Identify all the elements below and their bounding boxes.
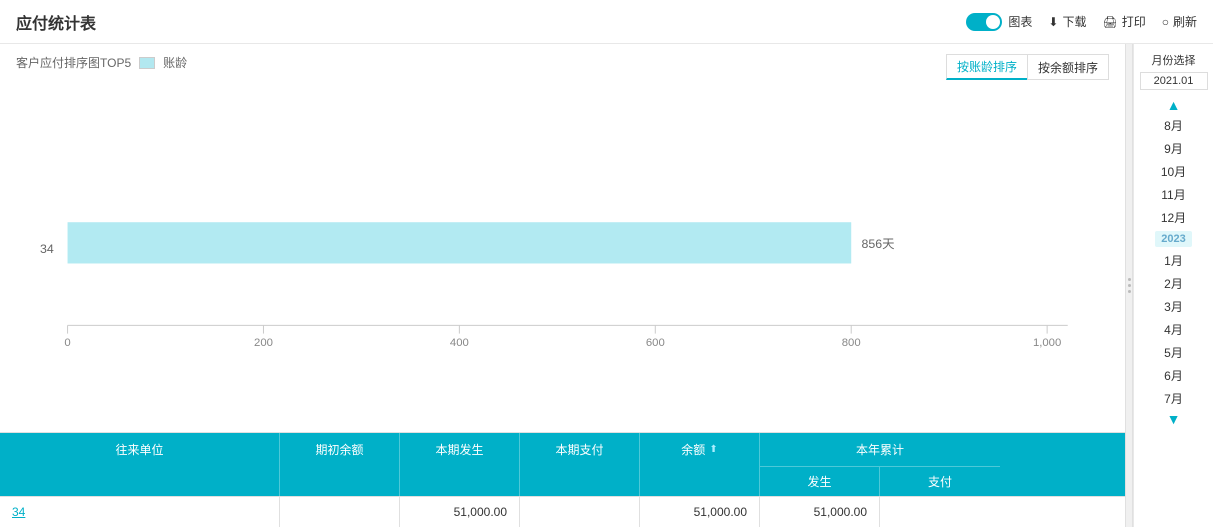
- sidebar-month-10[interactable]: 10月: [1134, 160, 1213, 183]
- col-opening-header: 期初余额: [280, 433, 400, 466]
- svg-text:400: 400: [450, 337, 469, 349]
- sidebar-month-11[interactable]: 11月: [1134, 183, 1213, 206]
- refresh-button[interactable]: ○ 刷新: [1162, 13, 1197, 30]
- cell-ytd-pay: [880, 497, 1000, 527]
- sidebar-month-7[interactable]: 7月: [1134, 387, 1213, 410]
- chart-toggle-label: 图表: [1008, 13, 1032, 30]
- sidebar-month-2[interactable]: 2月: [1134, 272, 1213, 295]
- sidebar-month-12[interactable]: 12月: [1134, 206, 1213, 229]
- col-ytd-occur-subheader: 发生: [760, 466, 880, 496]
- download-button[interactable]: ⬇ 下载: [1048, 13, 1086, 30]
- sidebar-nav-up[interactable]: ▲: [1162, 96, 1186, 114]
- svg-text:200: 200: [254, 337, 273, 349]
- sidebar-month-4[interactable]: 4月: [1134, 318, 1213, 341]
- sidebar-nav-down[interactable]: ▼: [1162, 410, 1186, 428]
- legend-box-label: 账龄: [163, 54, 187, 71]
- resize-dot: [1128, 290, 1131, 293]
- header-actions: 图表 ⬇ 下载 🖨 打印 ○ 刷新: [966, 13, 1197, 31]
- left-content: 客户应付排序图TOP5 账龄 按账龄排序 按余额排序 34: [0, 44, 1125, 527]
- print-button[interactable]: 🖨 打印: [1102, 13, 1145, 30]
- chart-toggle-group: 图表: [966, 13, 1032, 31]
- page-title: 应付统计表: [16, 10, 96, 34]
- svg-text:600: 600: [646, 337, 665, 349]
- resize-dot: [1128, 284, 1131, 287]
- col-balance-sub: [640, 466, 760, 496]
- chart-wrapper: 34 856天 0 200 400 600 800 1,000: [16, 79, 1109, 417]
- sort-by-age-button[interactable]: 按账龄排序: [946, 54, 1027, 80]
- col-balance-header: 余额 ⬆: [640, 433, 760, 466]
- col-ytd-group-header: 本年累计: [760, 433, 1000, 466]
- legend-text: 客户应付排序图TOP5: [16, 54, 131, 71]
- sidebar-month-5[interactable]: 5月: [1134, 341, 1213, 364]
- sidebar-month-9[interactable]: 9月: [1134, 137, 1213, 160]
- col-current-pay-header: 本期支付: [520, 433, 640, 466]
- cell-current-pay: [520, 497, 640, 527]
- cell-unit[interactable]: 34: [0, 497, 280, 527]
- print-icon: 🖨: [1102, 15, 1117, 29]
- svg-text:0: 0: [64, 337, 70, 349]
- svg-text:856天: 856天: [862, 237, 895, 251]
- cell-opening: [280, 497, 400, 527]
- refresh-icon: ○: [1162, 15, 1169, 29]
- balance-sort-icon: ⬆: [709, 444, 717, 455]
- chart-area: 客户应付排序图TOP5 账龄 按账龄排序 按余额排序 34: [0, 44, 1125, 432]
- sidebar-month-8[interactable]: 8月: [1134, 114, 1213, 137]
- resize-dot: [1128, 278, 1131, 281]
- svg-text:1,000: 1,000: [1033, 337, 1061, 349]
- resize-handle[interactable]: [1125, 44, 1133, 527]
- col-unit-header: 往来单位: [0, 433, 280, 466]
- bar-rect: [68, 222, 852, 263]
- col-unit-sub: [0, 466, 280, 496]
- svg-text:34: 34: [40, 242, 54, 256]
- header: 应付统计表 图表 ⬇ 下载 🖨 打印 ○ 刷新: [0, 0, 1213, 44]
- right-sidebar: 月份选择 ▲ 8月 9月 10月 11月 12月 2023 1月 2月 3月 4…: [1133, 44, 1213, 527]
- legend-color-box: [139, 57, 155, 69]
- chart-controls: 按账龄排序 按余额排序: [946, 54, 1109, 80]
- cell-balance: 51,000.00: [640, 497, 760, 527]
- table-header-row2: 发生 支付: [0, 466, 1125, 496]
- sidebar-date-input[interactable]: [1140, 72, 1208, 90]
- table-header-row1: 往来单位 期初余额 本期发生 本期支付 余额 ⬆ 本年累计: [0, 433, 1125, 466]
- col-current-occur-header: 本期发生: [400, 433, 520, 466]
- col-pay-sub: [520, 466, 640, 496]
- table-area: 往来单位 期初余额 本期发生 本期支付 余额 ⬆ 本年累计: [0, 432, 1125, 527]
- svg-text:800: 800: [842, 337, 861, 349]
- table-row: 34 51,000.00 51,000.00 51,000.00: [0, 496, 1125, 527]
- sort-by-balance-button[interactable]: 按余额排序: [1027, 54, 1109, 80]
- cell-ytd-occur: 51,000.00: [760, 497, 880, 527]
- app-container: 应付统计表 图表 ⬇ 下载 🖨 打印 ○ 刷新: [0, 0, 1213, 527]
- main-content: 客户应付排序图TOP5 账龄 按账龄排序 按余额排序 34: [0, 44, 1213, 527]
- cell-current-occur: 51,000.00: [400, 497, 520, 527]
- sidebar-month-3[interactable]: 3月: [1134, 295, 1213, 318]
- download-icon: ⬇: [1048, 15, 1058, 29]
- col-occur-sub: [400, 466, 520, 496]
- sidebar-month-6[interactable]: 6月: [1134, 364, 1213, 387]
- col-opening-sub: [280, 466, 400, 496]
- sidebar-month-1[interactable]: 1月: [1134, 249, 1213, 272]
- col-ytd-pay-subheader: 支付: [880, 466, 1000, 496]
- resize-dots: [1128, 278, 1131, 293]
- bar-chart: 34 856天 0 200 400 600 800 1,000: [16, 79, 1109, 417]
- sidebar-year-2023: 2023: [1155, 231, 1191, 247]
- sidebar-title: 月份选择: [1152, 52, 1196, 68]
- chart-toggle[interactable]: [966, 13, 1002, 31]
